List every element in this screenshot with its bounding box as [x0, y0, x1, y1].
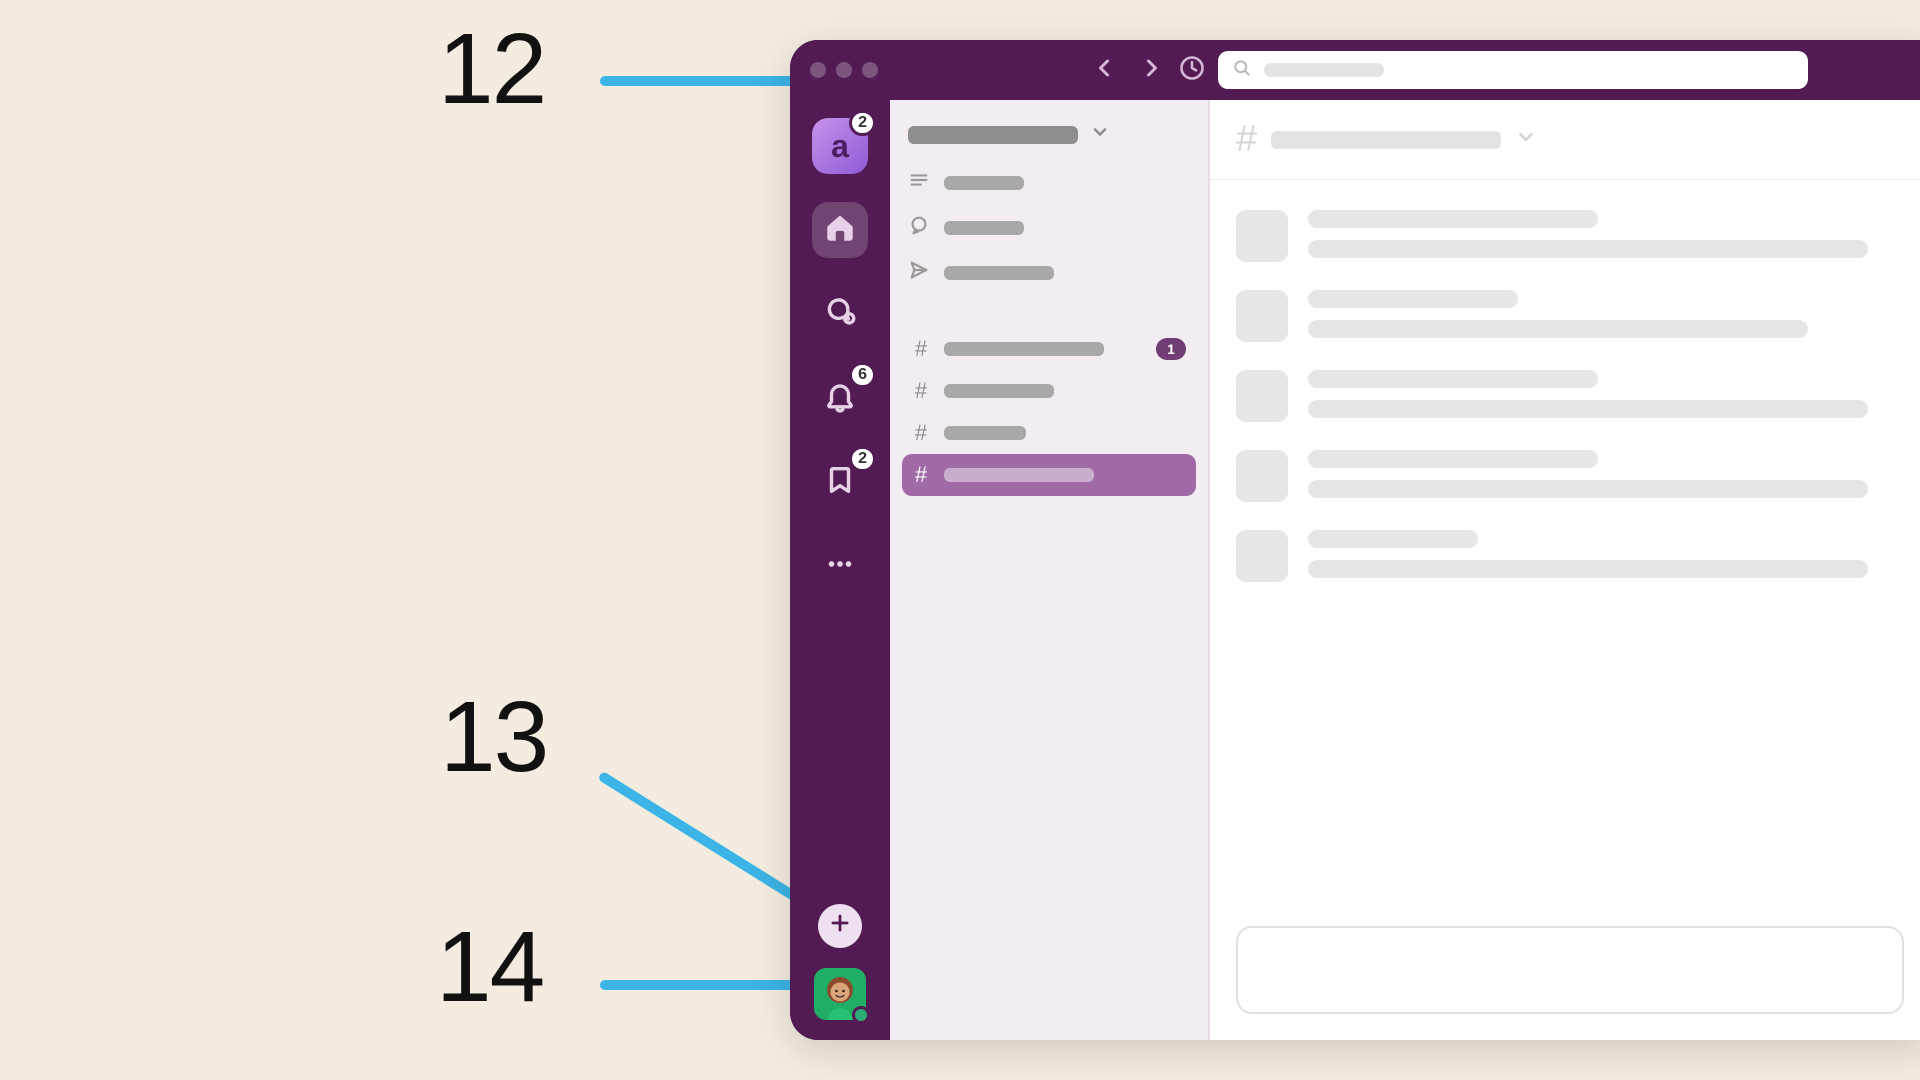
channel-name-skeleton — [944, 342, 1104, 356]
bookmark-icon — [823, 463, 857, 502]
user-avatar[interactable] — [814, 968, 866, 1020]
callout-line-14 — [600, 980, 815, 990]
message-line-skeleton — [1308, 530, 1478, 548]
message-line-skeleton — [1308, 480, 1868, 498]
sidebar-item-unreads[interactable] — [908, 169, 1190, 196]
message-line-skeleton — [1308, 400, 1868, 418]
channel-header[interactable]: # — [1210, 100, 1920, 180]
rail-later[interactable]: 2 — [812, 454, 868, 510]
sidebar-label-skeleton — [944, 266, 1054, 280]
message-line-skeleton — [1308, 210, 1598, 228]
history-nav — [1090, 54, 1166, 87]
callout-line-13 — [597, 771, 810, 909]
channel-name-skeleton — [944, 468, 1094, 482]
presence-indicator-active — [852, 1006, 870, 1024]
later-badge: 2 — [849, 446, 876, 472]
rail-activity[interactable]: 6 — [812, 370, 868, 426]
traffic-light-close[interactable] — [810, 62, 826, 78]
threads-icon — [908, 214, 930, 241]
chevron-down-icon — [1515, 126, 1537, 153]
channel-item[interactable]: # — [902, 412, 1196, 454]
message-line-skeleton — [1308, 370, 1598, 388]
message-line-skeleton — [1308, 290, 1518, 308]
message-composer[interactable] — [1236, 926, 1904, 1014]
workspace-letter: a — [831, 128, 849, 165]
plus-icon — [828, 909, 852, 943]
nav-rail: a 2 6 — [790, 100, 890, 1040]
message-item[interactable] — [1236, 210, 1904, 262]
rail-more[interactable] — [812, 538, 868, 594]
channel-item-selected[interactable]: # — [902, 454, 1196, 496]
unread-count-badge: 1 — [1156, 338, 1186, 360]
sidebar-label-skeleton — [944, 221, 1024, 235]
dm-icon — [823, 295, 857, 334]
hash-icon: # — [912, 462, 930, 488]
hash-icon: # — [912, 336, 930, 362]
traffic-light-minimize[interactable] — [836, 62, 852, 78]
activity-badge: 6 — [849, 362, 876, 388]
channel-title-skeleton — [1271, 131, 1501, 149]
message-line-skeleton — [1308, 240, 1868, 258]
search-placeholder-skeleton — [1264, 63, 1384, 77]
workspace-switcher[interactable]: a 2 — [812, 118, 868, 174]
channel-sidebar: # 1 # # # — [890, 100, 1210, 1040]
top-toolbar — [790, 40, 1920, 100]
sidebar-item-threads[interactable] — [908, 214, 1190, 241]
home-icon — [823, 211, 857, 250]
message-item[interactable] — [1236, 290, 1904, 342]
chevron-down-icon — [1090, 122, 1110, 147]
message-item[interactable] — [1236, 370, 1904, 422]
rail-dms[interactable] — [812, 286, 868, 342]
bell-icon — [823, 379, 857, 418]
rail-home[interactable] — [812, 202, 868, 258]
main-content: # — [1210, 100, 1920, 1040]
workspace-name-dropdown[interactable] — [902, 116, 1196, 165]
create-button[interactable] — [818, 904, 862, 948]
message-feed — [1210, 180, 1920, 926]
traffic-light-zoom[interactable] — [862, 62, 878, 78]
message-avatar — [1236, 210, 1288, 262]
window-traffic-lights[interactable] — [810, 62, 878, 78]
message-avatar — [1236, 530, 1288, 582]
message-item[interactable] — [1236, 450, 1904, 502]
workspace-badge: 2 — [849, 110, 876, 136]
message-item[interactable] — [1236, 530, 1904, 582]
send-icon — [908, 259, 930, 286]
message-avatar — [1236, 290, 1288, 342]
hash-icon: # — [912, 420, 930, 446]
more-icon — [823, 547, 857, 586]
search-bar[interactable] — [1218, 51, 1808, 89]
channel-name-skeleton — [944, 384, 1054, 398]
nav-back-icon[interactable] — [1090, 54, 1118, 87]
slack-app-window: a 2 6 — [790, 40, 1920, 1040]
unreads-icon — [908, 169, 930, 196]
workspace-name-skeleton — [908, 126, 1078, 144]
message-line-skeleton — [1308, 320, 1808, 338]
search-icon — [1232, 58, 1252, 83]
hash-icon: # — [1236, 118, 1257, 161]
channel-item[interactable]: # — [902, 370, 1196, 412]
channel-name-skeleton — [944, 426, 1026, 440]
callout-label-13: 13 — [440, 680, 547, 795]
callout-label-12: 12 — [438, 12, 545, 127]
callout-label-14: 14 — [436, 910, 543, 1025]
channels-section-header[interactable] — [902, 310, 1196, 328]
nav-forward-icon[interactable] — [1138, 54, 1166, 87]
sidebar-label-skeleton — [944, 176, 1024, 190]
message-line-skeleton — [1308, 560, 1868, 578]
message-avatar — [1236, 370, 1288, 422]
app-body: a 2 6 — [790, 100, 1920, 1040]
sidebar-item-drafts[interactable] — [908, 259, 1190, 286]
message-avatar — [1236, 450, 1288, 502]
message-line-skeleton — [1308, 450, 1598, 468]
hash-icon: # — [912, 378, 930, 404]
channel-item[interactable]: # 1 — [902, 328, 1196, 370]
history-clock-icon[interactable] — [1178, 54, 1206, 87]
